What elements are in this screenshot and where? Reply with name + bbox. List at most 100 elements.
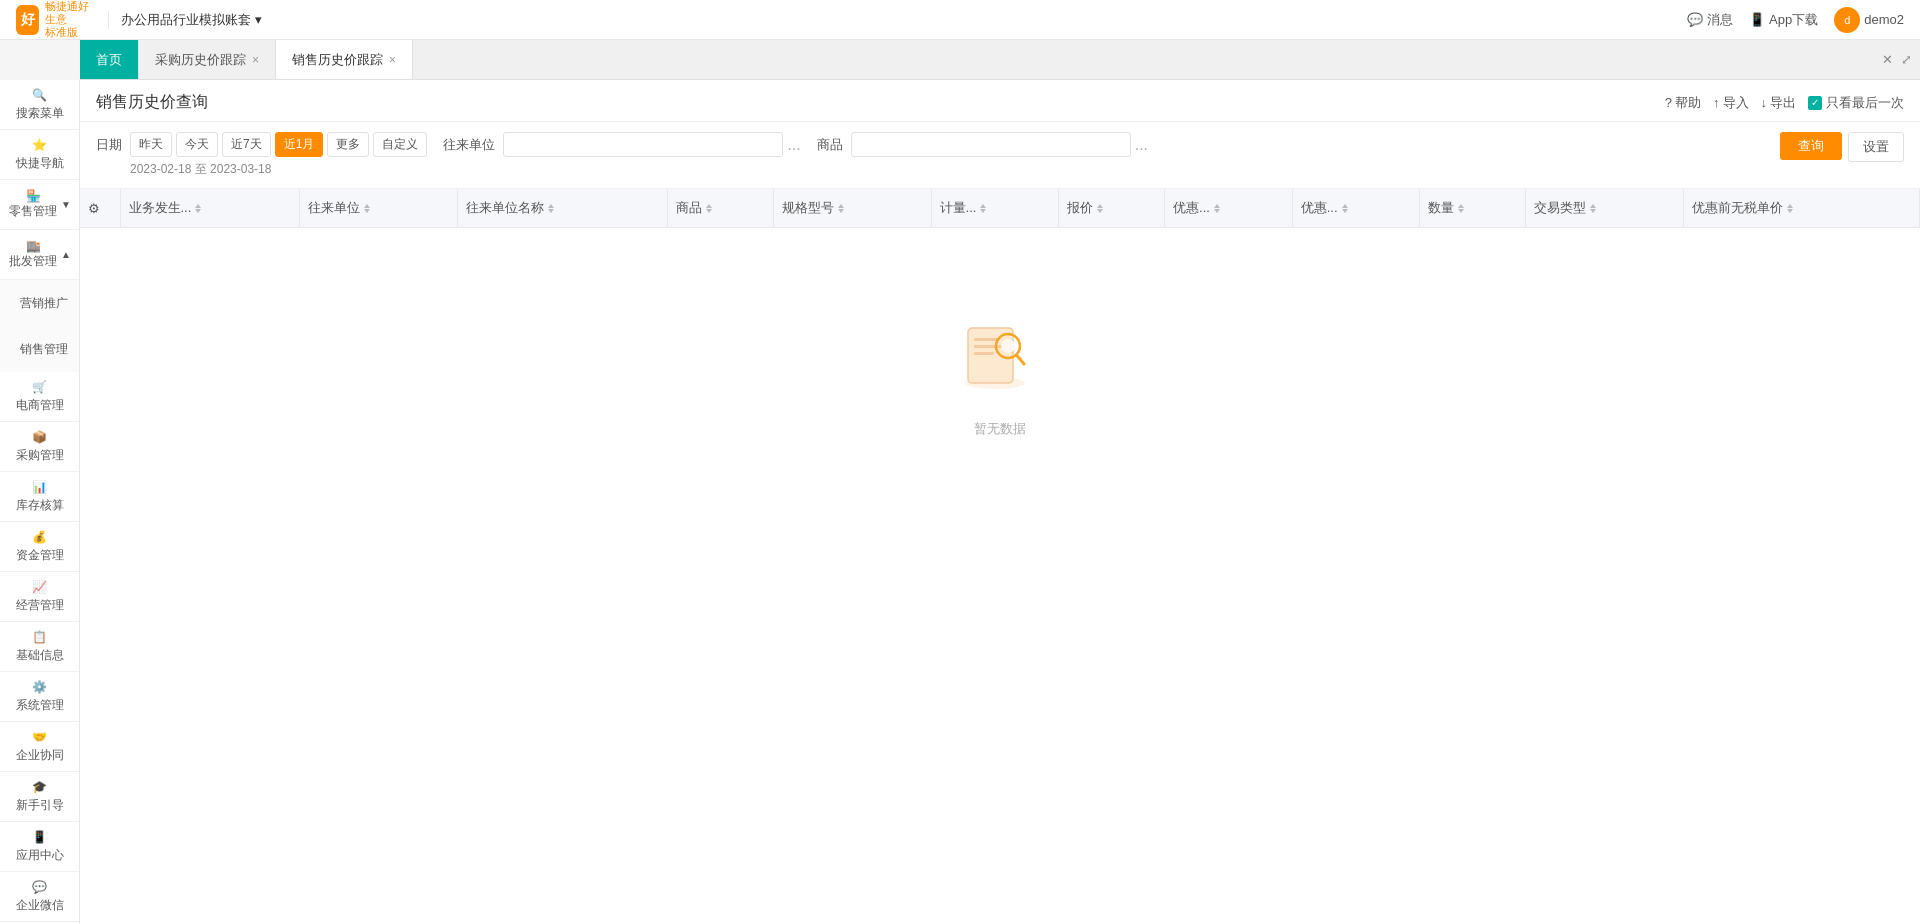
goods-dots[interactable]: ...	[1135, 136, 1148, 154]
close-window-icon[interactable]: ✕	[1882, 52, 1893, 67]
wholesale-mgmt-icon: 🏬	[26, 239, 41, 253]
settings-btn[interactable]: 设置	[1848, 132, 1904, 162]
import-icon: ↑	[1713, 95, 1720, 110]
page-header-actions: ? 帮助 ↑ 导入 ↓ 导出 ✓ 只看最后一次	[1665, 94, 1904, 112]
th-discount1[interactable]: 优惠...	[1165, 189, 1293, 228]
th-spec[interactable]: 规格型号	[773, 189, 931, 228]
sidebar-item-wholesale-mgmt[interactable]: 🏬 批发管理 ▲	[0, 230, 79, 280]
user-profile[interactable]: d demo2	[1834, 7, 1904, 33]
guide-icon: 🎓	[32, 780, 47, 794]
tab-home[interactable]: 首页	[80, 40, 139, 79]
empty-text: 暂无数据	[974, 420, 1026, 438]
data-table: ⚙ 业务发生...	[80, 189, 1920, 228]
filter-bar: 日期 昨天 今天 近7天 近1月 更多 自定义 2023-02-18 至 202…	[80, 122, 1920, 189]
download-icon: 📱	[1749, 12, 1765, 27]
avatar: d	[1834, 7, 1860, 33]
date-btn-yesterday[interactable]: 昨天	[130, 132, 172, 157]
th-unit[interactable]: 计量...	[931, 189, 1059, 228]
tab-close-purchase[interactable]: ×	[252, 53, 259, 67]
date-btn-last7[interactable]: 近7天	[222, 132, 271, 157]
sidebar-item-app-center[interactable]: 📱 应用中心	[0, 822, 79, 872]
th-counterparty-name[interactable]: 往来单位名称	[457, 189, 667, 228]
message-btn[interactable]: 💬 消息	[1687, 11, 1733, 29]
table-header: ⚙ 业务发生...	[80, 189, 1920, 228]
counterparty-input[interactable]	[503, 132, 783, 157]
th-counterparty-code[interactable]: 往来单位	[300, 189, 458, 228]
export-btn[interactable]: ↓ 导出	[1761, 94, 1797, 112]
th-pretax-price[interactable]: 优惠前无税单价	[1684, 189, 1920, 228]
sort-counterparty-code	[364, 204, 370, 213]
counterparty-filter-group: 往来单位 ...	[443, 132, 800, 157]
logo-area: 好 畅捷通好生意 标准版	[16, 0, 96, 39]
th-discount2[interactable]: 优惠...	[1292, 189, 1420, 228]
sidebar-item-finance-mgmt[interactable]: 💰 资金管理	[0, 522, 79, 572]
th-biz-date[interactable]: 业务发生...	[120, 189, 300, 228]
sort-trade-type	[1590, 204, 1596, 213]
sidebar-item-retail-mgmt[interactable]: 🏪 零售管理 ▼	[0, 180, 79, 230]
sidebar-item-quick-nav[interactable]: ⭐ 快捷导航	[0, 130, 79, 180]
goods-input[interactable]	[851, 132, 1131, 157]
sort-discount2	[1342, 204, 1348, 213]
settings-icon: ⚙	[88, 201, 100, 216]
date-btn-custom[interactable]: 自定义	[373, 132, 427, 157]
only-last-checkbox[interactable]: ✓ 只看最后一次	[1808, 94, 1904, 112]
sidebar-item-basic-info[interactable]: 📋 基础信息	[0, 622, 79, 672]
query-btn[interactable]: 查询	[1780, 132, 1842, 160]
inventory-icon: 📊	[32, 480, 47, 494]
counterparty-dots[interactable]: ...	[787, 136, 800, 154]
sort-counterparty-name	[548, 204, 554, 213]
help-btn[interactable]: ? 帮助	[1665, 94, 1701, 112]
sidebar-item-marketing[interactable]: 营销推广	[0, 280, 79, 326]
top-bar-right: 💬 消息 📱 App下载 d demo2	[1687, 7, 1904, 33]
th-settings[interactable]: ⚙	[80, 189, 120, 228]
import-btn[interactable]: ↑ 导入	[1713, 94, 1749, 112]
date-range: 2023-02-18 至 2023-03-18	[130, 161, 427, 178]
enterprise-icon: 🤝	[32, 730, 47, 744]
date-btn-today[interactable]: 今天	[176, 132, 218, 157]
maximize-icon[interactable]: ⤢	[1901, 52, 1912, 67]
sidebar-item-enterprise-wechat[interactable]: 💬 企业微信	[0, 872, 79, 922]
sidebar-item-purchase-mgmt[interactable]: 📦 采购管理	[0, 422, 79, 472]
export-icon: ↓	[1761, 95, 1768, 110]
app-download-btn[interactable]: 📱 App下载	[1749, 11, 1818, 29]
date-filter: 昨天 今天 近7天 近1月 更多 自定义 2023-02-18 至 2023-0…	[130, 132, 427, 178]
help-icon: ?	[1665, 95, 1672, 110]
tab-sales-history[interactable]: 销售历史价跟踪 ×	[276, 40, 413, 79]
quick-nav-icon: ⭐	[32, 138, 47, 152]
search-menu-icon: 🔍	[32, 88, 47, 102]
th-price[interactable]: 报价	[1059, 189, 1165, 228]
basic-info-icon: 📋	[32, 630, 47, 644]
page-title: 销售历史价查询	[96, 92, 208, 113]
svg-point-7	[1001, 339, 1015, 353]
date-btn-last1m[interactable]: 近1月	[275, 132, 324, 157]
date-buttons: 昨天 今天 近7天 近1月 更多 自定义	[130, 132, 427, 157]
logo-text: 畅捷通好生意 标准版	[45, 0, 96, 39]
th-goods[interactable]: 商品	[667, 189, 773, 228]
tab-purchase-history[interactable]: 采购历史价跟踪 ×	[139, 40, 276, 79]
th-quantity[interactable]: 数量	[1420, 189, 1526, 228]
goods-input-group: ...	[851, 132, 1148, 157]
th-trade-type[interactable]: 交易类型	[1526, 189, 1684, 228]
date-btn-more[interactable]: 更多	[327, 132, 369, 157]
app-selector[interactable]: 办公用品行业模拟账套 ▾	[108, 11, 262, 29]
finance-icon: 💰	[32, 530, 47, 544]
sidebar-item-ops-mgmt[interactable]: 📈 经营管理	[0, 572, 79, 622]
content-area: 销售历史价查询 ? 帮助 ↑ 导入 ↓ 导出 ✓ 只看最后一次	[80, 80, 1920, 924]
sidebar-item-ecommerce-mgmt[interactable]: 🛒 电商管理	[0, 372, 79, 422]
app-center-icon: 📱	[32, 830, 47, 844]
svg-rect-1	[968, 328, 1013, 383]
tab-close-sales[interactable]: ×	[389, 53, 396, 67]
main-layout: 🔍 搜索菜单 ⭐ 快捷导航 🏪 零售管理 ▼ 🏬 批发管理 ▲ 营销推广 销售管	[0, 80, 1920, 924]
sidebar-item-sales-mgmt[interactable]: 销售管理	[0, 326, 79, 372]
svg-rect-4	[974, 352, 994, 355]
sidebar-item-newbie-guide[interactable]: 🎓 新手引导	[0, 772, 79, 822]
top-bar-left: 好 畅捷通好生意 标准版 办公用品行业模拟账套 ▾	[16, 0, 262, 39]
goods-label: 商品	[817, 132, 843, 154]
sidebar-item-inventory[interactable]: 📊 库存核算	[0, 472, 79, 522]
sidebar-item-search-menu[interactable]: 🔍 搜索菜单	[0, 80, 79, 130]
retail-mgmt-icon: 🏪	[26, 189, 41, 203]
sidebar-item-enterprise[interactable]: 🤝 企业协同	[0, 722, 79, 772]
date-label: 日期	[96, 132, 122, 154]
sort-unit	[980, 204, 986, 213]
sidebar-item-system-mgmt[interactable]: ⚙️ 系统管理	[0, 672, 79, 722]
